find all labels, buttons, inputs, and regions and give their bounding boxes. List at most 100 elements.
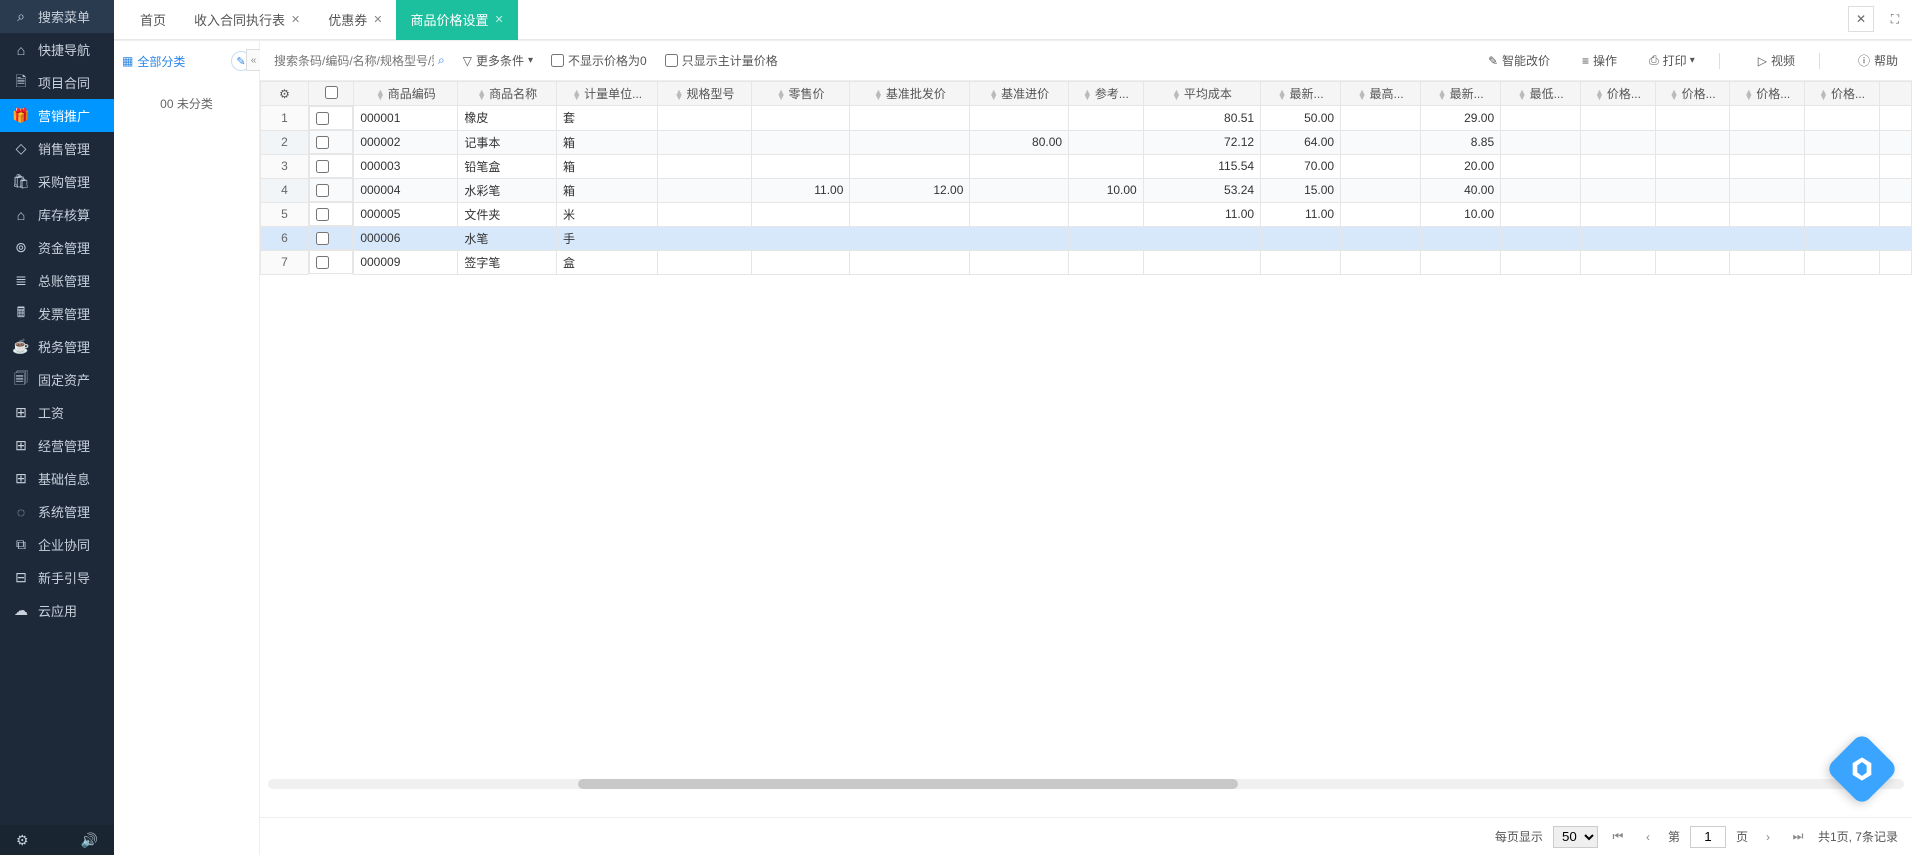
cell-newp[interactable] <box>1261 250 1341 274</box>
settings-icon[interactable]: ⚙ <box>16 832 29 849</box>
only-main-unit-input[interactable] <box>665 54 678 67</box>
cell-purch[interactable] <box>970 178 1069 202</box>
table-row[interactable]: 5000005文件夹米11.0011.0010.00 <box>261 202 1912 226</box>
sidebar-item-6[interactable]: ⌂库存核算 <box>0 198 114 231</box>
table-row[interactable]: 1000001橡皮套80.5150.0029.00 <box>261 106 1912 131</box>
cell-ref[interactable]: 10.00 <box>1069 178 1144 202</box>
cell-p1[interactable] <box>1581 250 1656 274</box>
cell-p2[interactable] <box>1655 202 1730 226</box>
search-icon[interactable]: ⌕ <box>438 53 445 68</box>
collapse-category-button[interactable]: « <box>246 49 260 71</box>
table-row[interactable]: 7000009签字笔盒 <box>261 250 1912 274</box>
sort-icon[interactable]: ▲▼ <box>1172 90 1181 100</box>
cell-code[interactable]: 000003 <box>354 154 458 178</box>
cell-unit[interactable]: 米 <box>557 202 658 226</box>
column-header-3[interactable]: ▲▼商品名称 <box>458 82 557 106</box>
cell-max[interactable] <box>1341 106 1421 131</box>
cell-ref[interactable] <box>1069 154 1144 178</box>
sort-icon[interactable]: ▲▼ <box>1819 90 1828 100</box>
cell-purch[interactable] <box>970 202 1069 226</box>
cell-p2[interactable] <box>1655 250 1730 274</box>
column-header-14[interactable]: ▲▼最低... <box>1501 82 1581 106</box>
cell-code[interactable]: 000001 <box>354 106 458 131</box>
cell-p2[interactable] <box>1655 130 1730 154</box>
sort-icon[interactable]: ▲▼ <box>675 90 684 100</box>
cell-whole[interactable] <box>850 106 970 131</box>
cell-min[interactable] <box>1501 178 1581 202</box>
sidebar-item-4[interactable]: ◇销售管理 <box>0 132 114 165</box>
print-button[interactable]: ⎙打印▾ <box>1649 52 1695 69</box>
column-header-1[interactable] <box>309 82 354 106</box>
select-all-checkbox[interactable] <box>325 86 338 99</box>
cell-newp[interactable]: 50.00 <box>1261 106 1341 131</box>
cell-avg[interactable]: 53.24 <box>1143 178 1260 202</box>
cell-p3[interactable] <box>1730 226 1805 250</box>
cell-p3[interactable] <box>1730 250 1805 274</box>
table-row[interactable]: 4000004水彩笔箱11.0012.0010.0053.2415.0040.0… <box>261 178 1912 202</box>
fullscreen-icon[interactable]: ⛶ <box>1884 8 1906 30</box>
cell-code[interactable]: 000005 <box>354 202 458 226</box>
column-header-11[interactable]: ▲▼最新... <box>1261 82 1341 106</box>
cell-unit[interactable]: 手 <box>557 226 658 250</box>
operate-button[interactable]: ≡操作 <box>1582 52 1617 69</box>
cell-code[interactable]: 000009 <box>354 250 458 274</box>
close-all-tabs-button[interactable]: ✕ <box>1848 6 1874 32</box>
cell-min[interactable] <box>1501 154 1581 178</box>
cell-p2[interactable] <box>1655 154 1730 178</box>
row-checkbox[interactable] <box>316 184 329 197</box>
cell-max[interactable] <box>1341 250 1421 274</box>
cell-p2[interactable] <box>1655 106 1730 131</box>
column-header-0[interactable]: ⚙ <box>261 82 309 106</box>
cell-purch[interactable]: 80.00 <box>970 130 1069 154</box>
cell-p4[interactable] <box>1805 226 1880 250</box>
sort-icon[interactable]: ▲▼ <box>1083 90 1092 100</box>
row-checkbox[interactable] <box>316 136 329 149</box>
sidebar-item-15[interactable]: ◌系统管理 <box>0 495 114 528</box>
cell-min[interactable] <box>1501 106 1581 131</box>
tab-0[interactable]: 首页 <box>126 0 180 40</box>
cell-ref[interactable] <box>1069 202 1144 226</box>
sort-icon[interactable]: ▲▼ <box>1670 90 1679 100</box>
cell-max[interactable] <box>1341 202 1421 226</box>
page-input[interactable] <box>1690 826 1726 848</box>
cell-name[interactable]: 水彩笔 <box>458 178 557 202</box>
column-header-2[interactable]: ▲▼商品编码 <box>354 82 458 106</box>
cell-spec[interactable] <box>658 106 751 131</box>
sidebar-item-2[interactable]: 🗎项目合同 <box>0 66 114 99</box>
sidebar-item-3[interactable]: 🎁营销推广 <box>0 99 114 132</box>
cell-avg[interactable] <box>1143 250 1260 274</box>
sort-icon[interactable]: ▲▼ <box>1438 90 1447 100</box>
cell-purch[interactable] <box>970 226 1069 250</box>
cell-avg[interactable]: 80.51 <box>1143 106 1260 131</box>
sidebar-item-5[interactable]: 🛍采购管理 <box>0 165 114 198</box>
cell-whole[interactable]: 12.00 <box>850 178 970 202</box>
cell-min[interactable] <box>1501 202 1581 226</box>
cell-p2[interactable] <box>1655 226 1730 250</box>
cell-retail[interactable] <box>751 130 850 154</box>
scrollbar-thumb[interactable] <box>578 779 1238 789</box>
cell-retail[interactable] <box>751 106 850 131</box>
cell-name[interactable]: 橡皮 <box>458 106 557 131</box>
cell-avg[interactable]: 115.54 <box>1143 154 1260 178</box>
sidebar-item-9[interactable]: 🖩发票管理 <box>0 297 114 330</box>
column-header-7[interactable]: ▲▼基准批发价 <box>850 82 970 106</box>
cell-p4[interactable] <box>1805 178 1880 202</box>
cell-newp2[interactable]: 10.00 <box>1421 202 1501 226</box>
column-header-13[interactable]: ▲▼最新... <box>1421 82 1501 106</box>
cell-spec[interactable] <box>658 226 751 250</box>
cell-newp2[interactable] <box>1421 226 1501 250</box>
cell-spec[interactable] <box>658 202 751 226</box>
cell-newp[interactable]: 70.00 <box>1261 154 1341 178</box>
cell-code[interactable]: 000006 <box>354 226 458 250</box>
table-row[interactable]: 6000006水笔手 <box>261 226 1912 250</box>
volume-icon[interactable]: 🔊 <box>81 832 98 849</box>
row-checkbox[interactable] <box>316 160 329 173</box>
sort-icon[interactable]: ▲▼ <box>376 90 385 100</box>
cell-unit[interactable]: 箱 <box>557 130 658 154</box>
sidebar-item-11[interactable]: 🗐固定资产 <box>0 363 114 396</box>
cell-spec[interactable] <box>658 130 751 154</box>
cell-name[interactable]: 签字笔 <box>458 250 557 274</box>
cell-purch[interactable] <box>970 250 1069 274</box>
cell-newp2[interactable]: 8.85 <box>1421 130 1501 154</box>
cell-newp2[interactable]: 29.00 <box>1421 106 1501 131</box>
